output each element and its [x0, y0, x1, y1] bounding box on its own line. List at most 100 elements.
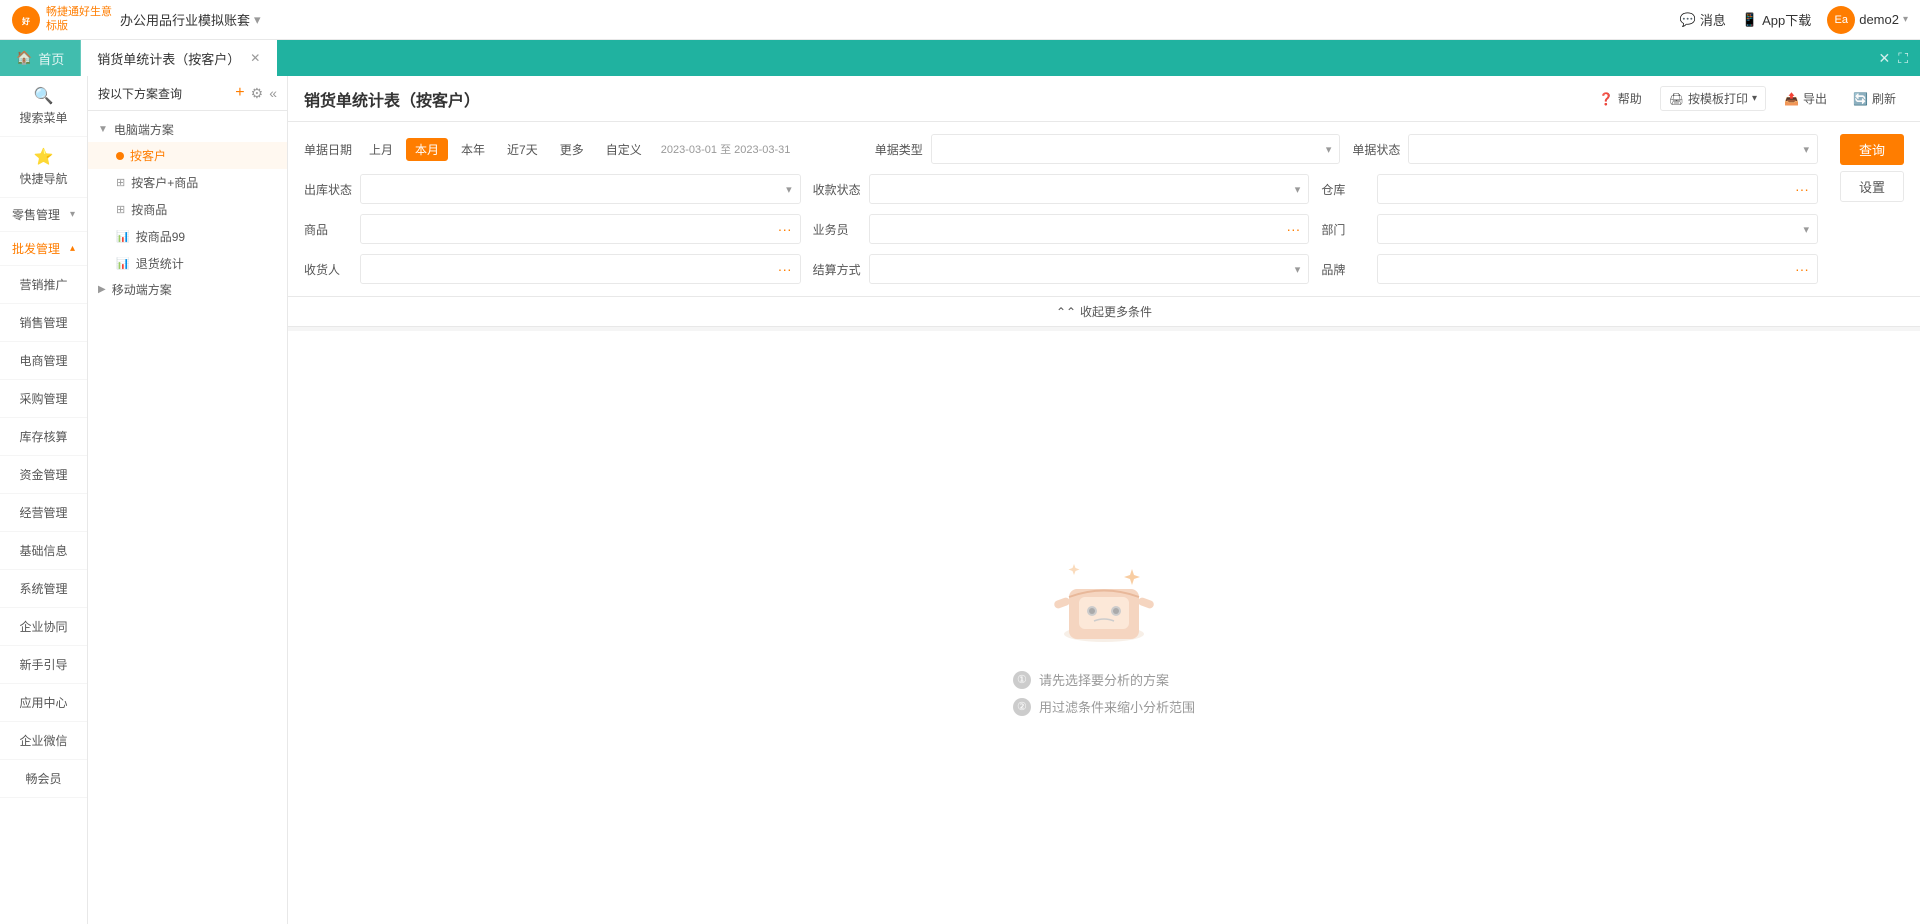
empty-icon: [1044, 539, 1164, 652]
help-btn[interactable]: ❓ 帮助: [1591, 87, 1650, 110]
sidebar-item-marketing[interactable]: 营销推广: [0, 266, 87, 304]
filter-out-status: 出库状态 ▾: [304, 174, 801, 204]
date-this-year-btn[interactable]: 本年: [452, 138, 494, 161]
dept-label: 部门: [1321, 221, 1371, 238]
refresh-btn[interactable]: 🔄 刷新: [1845, 87, 1904, 110]
scheme-item-by-customer[interactable]: 按客户: [88, 142, 287, 169]
filter-warehouse: 仓库 ···: [1321, 174, 1818, 204]
export-btn[interactable]: 📤 导出: [1776, 87, 1835, 110]
settle-control[interactable]: ▾: [869, 254, 1310, 284]
consignee-dots-icon[interactable]: ···: [778, 261, 792, 277]
top-bar-left: 好 畅捷通好生意 标版 办公用品行业模拟账套 ▾: [12, 6, 261, 34]
window-maximize-btn[interactable]: ⛶: [1898, 50, 1908, 67]
warehouse-control[interactable]: ···: [1377, 174, 1818, 204]
refresh-icon: 🔄: [1853, 92, 1868, 106]
date-filter-controls: 上月 本月 本年 近7天 更多 自定义: [360, 138, 651, 161]
scheme-panel: 按以下方案查询 + ⚙ « ▼ 电脑端方案 按客户 ⊞ 按客户+商品: [88, 76, 288, 924]
consignee-control[interactable]: ···: [360, 254, 801, 284]
empty-tip-1: ① 请先选择要分析的方案: [1013, 670, 1195, 689]
sidebar-item-system[interactable]: 系统管理: [0, 570, 87, 608]
app-download-btn[interactable]: 📱 App下载: [1742, 10, 1811, 29]
sidebar-item-search[interactable]: 🔍 搜索菜单: [0, 76, 87, 137]
scheme-item-by-product[interactable]: ⊞ 按商品: [88, 196, 287, 223]
sidebar-item-enterprise-wechat[interactable]: 企业微信: [0, 722, 87, 760]
message-btn[interactable]: 💬 消息: [1680, 10, 1726, 29]
doc-type-control[interactable]: ▾: [931, 134, 1341, 164]
filter-brand: 品牌 ···: [1321, 254, 1818, 284]
sidebar-item-sales-mgmt[interactable]: 销售管理: [0, 304, 87, 342]
scheme-group-desktop-title[interactable]: ▼ 电脑端方案: [88, 117, 287, 142]
warehouse-dots-icon[interactable]: ···: [1795, 181, 1809, 197]
wholesale-arrow-icon: ▴: [70, 243, 75, 254]
sidebar-item-guide[interactable]: 新手引导: [0, 646, 87, 684]
app-icon: 📱: [1742, 12, 1758, 28]
warehouse-label: 仓库: [1321, 181, 1371, 198]
sidebar-item-quick-nav[interactable]: ⭐ 快捷导航: [0, 137, 87, 198]
scheme-settings-btn[interactable]: ⚙: [251, 85, 264, 102]
scheme-item-by-customer-product[interactable]: ⊞ 按客户+商品: [88, 169, 287, 196]
scheme-add-btn[interactable]: +: [235, 84, 244, 102]
sidebar-item-ecommerce[interactable]: 电商管理: [0, 342, 87, 380]
doc-status-control[interactable]: ▾: [1408, 134, 1818, 164]
breadcrumb-arrow-icon[interactable]: ▾: [254, 12, 261, 28]
sidebar-item-wholesale[interactable]: 批发管理 ▴: [0, 232, 87, 266]
scheme-group-mobile-title[interactable]: ▶ 移动端方案: [88, 277, 287, 302]
filter-area: 单据日期 上月 本月 本年 近7天 更多 自定义 2023-03-01 至 20…: [288, 122, 1920, 297]
collapse-more-btn[interactable]: ⌃⌃ 收起更多条件: [1056, 303, 1152, 320]
sidebar-item-vip[interactable]: 畅会员: [0, 760, 87, 798]
sidebar-item-cooperation[interactable]: 企业协同: [0, 608, 87, 646]
out-status-label: 出库状态: [304, 181, 354, 198]
sidebar-item-finance[interactable]: 资金管理: [0, 456, 87, 494]
doc-status-arrow-icon: ▾: [1803, 143, 1809, 156]
settings-btn[interactable]: 设置: [1840, 171, 1904, 202]
tab-home[interactable]: 🏠 首页: [0, 40, 81, 76]
receipt-status-label: 收款状态: [813, 181, 863, 198]
quick-nav-icon: ⭐: [34, 147, 54, 167]
content-area: 销货单统计表（按客户） ❓ 帮助 🖨 按模板打印 ▾ 📤 导出 🔄 刷新: [288, 76, 1920, 924]
tab-close-icon[interactable]: ✕: [250, 51, 260, 65]
sidebar-item-basics[interactable]: 基础信息: [0, 532, 87, 570]
employee-dots-icon[interactable]: ···: [1286, 221, 1300, 237]
top-bar: 好 畅捷通好生意 标版 办公用品行业模拟账套 ▾ 💬 消息 📱 App下载 Ea…: [0, 0, 1920, 40]
filter-row-3: 商品 ··· 业务员 ···: [304, 214, 1818, 244]
search-btn[interactable]: 查询: [1840, 134, 1904, 165]
brand-dots-icon[interactable]: ···: [1795, 261, 1809, 277]
export-icon: 📤: [1784, 92, 1799, 106]
date-last7-btn[interactable]: 近7天: [498, 138, 547, 161]
scheme-item-return-stat[interactable]: 📊 退货统计: [88, 250, 287, 277]
sidebar-item-retail[interactable]: 零售管理 ▾: [0, 198, 87, 232]
product-control[interactable]: ···: [360, 214, 801, 244]
brand-control[interactable]: ···: [1377, 254, 1818, 284]
scheme-collapse-btn[interactable]: «: [269, 85, 277, 101]
scheme-item-by-product-99[interactable]: 📊 按商品99: [88, 223, 287, 250]
receipt-status-control[interactable]: ▾: [869, 174, 1310, 204]
sidebar-item-appcenter[interactable]: 应用中心: [0, 684, 87, 722]
employee-control[interactable]: ···: [869, 214, 1310, 244]
window-close-btn[interactable]: ✕: [1878, 50, 1890, 67]
date-more-btn[interactable]: 更多: [551, 138, 593, 161]
logo-text: 畅捷通好生意 标版: [46, 6, 112, 32]
filter-date: 单据日期 上月 本月 本年 近7天 更多 自定义 2023-03-01 至 20…: [304, 138, 863, 161]
sidebar-item-purchase[interactable]: 采购管理: [0, 380, 87, 418]
date-range-text: 2023-03-01 至 2023-03-31: [661, 141, 791, 157]
out-status-control[interactable]: ▾: [360, 174, 801, 204]
tab-sales-stat[interactable]: 销货单统计表（按客户） ✕: [81, 40, 277, 76]
settle-label: 结算方式: [813, 261, 863, 278]
collapse-up-icon: ⌃⌃: [1056, 305, 1076, 319]
filter-row-2: 出库状态 ▾ 收款状态 ▾: [304, 174, 1818, 204]
dept-control[interactable]: ▾: [1377, 214, 1818, 244]
scheme-item-icon-chart1: 📊: [116, 230, 130, 243]
date-custom-btn[interactable]: 自定义: [597, 138, 651, 161]
date-last-month-btn[interactable]: 上月: [360, 138, 402, 161]
sidebar-item-inventory[interactable]: 库存核算: [0, 418, 87, 456]
filter-dept: 部门 ▾: [1321, 214, 1818, 244]
product-dots-icon[interactable]: ···: [778, 221, 792, 237]
print-btn[interactable]: 🖨 按模板打印 ▾: [1660, 86, 1766, 111]
filter-doc-status: 单据状态 ▾: [1352, 134, 1818, 164]
user-menu[interactable]: Ea demo2 ▾: [1827, 6, 1908, 34]
logo-icon: 好: [12, 6, 40, 34]
scheme-group-desktop: ▼ 电脑端方案 按客户 ⊞ 按客户+商品 ⊞ 按商品 📊 按商品99: [88, 117, 287, 277]
filter-receipt-status: 收款状态 ▾: [813, 174, 1310, 204]
sidebar-item-operations[interactable]: 经营管理: [0, 494, 87, 532]
date-this-month-btn[interactable]: 本月: [406, 138, 448, 161]
